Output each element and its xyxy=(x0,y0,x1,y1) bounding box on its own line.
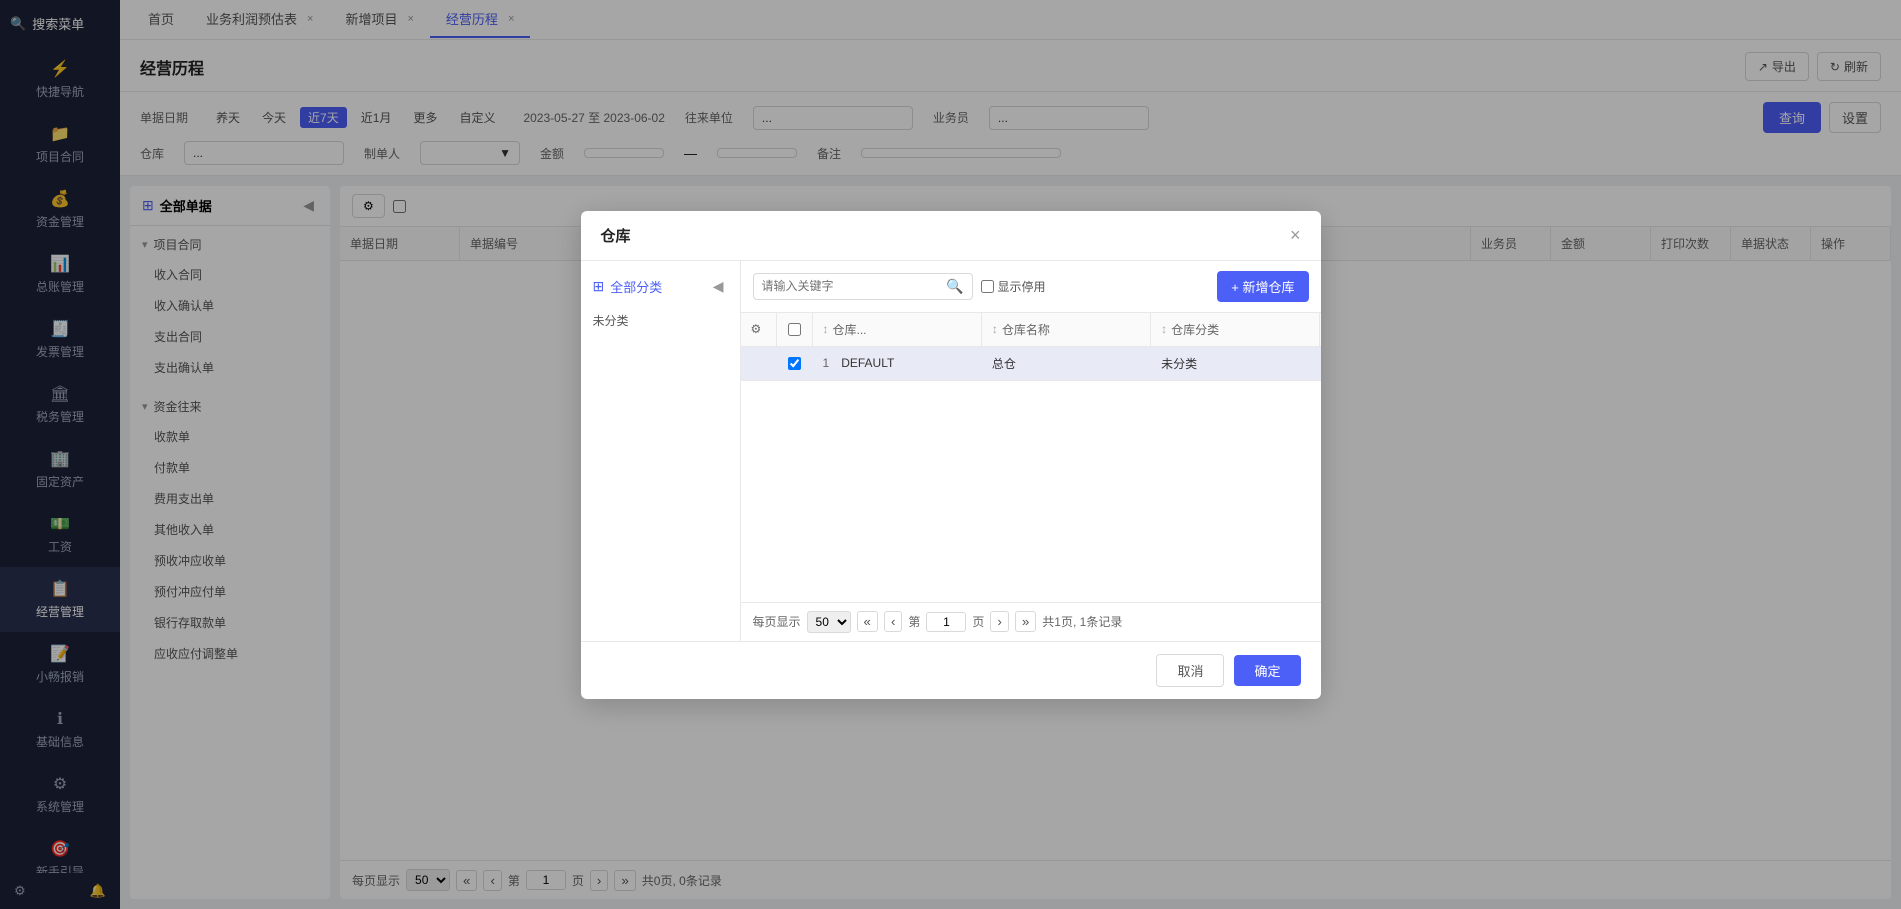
all-categories-header[interactable]: ⊞ 全部分类 ◀ xyxy=(581,269,740,304)
modal-select-all[interactable] xyxy=(788,323,801,336)
modal-th-settings[interactable]: ⚙ xyxy=(741,313,777,346)
modal-footer: 取消 确定 xyxy=(581,641,1321,699)
modal-prev-page-btn[interactable]: ‹ xyxy=(884,611,902,632)
row-name: 总仓 xyxy=(992,355,1016,372)
modal-search-icon: 🔍 xyxy=(946,278,963,295)
sort-icon-name: ↕ xyxy=(992,322,998,336)
row-category: 未分类 xyxy=(1161,355,1197,372)
modal-per-page-select[interactable]: 50 xyxy=(807,611,851,633)
th-category-label: 仓库分类 xyxy=(1171,321,1219,338)
row-no: 1 xyxy=(823,356,830,370)
modal-table-row[interactable]: 1 DEFAULT 总仓 未分类 xyxy=(741,347,1321,381)
uncategorized-label: 未分类 xyxy=(593,314,629,328)
modal-total-info: 共1页, 1条记录 xyxy=(1042,613,1122,630)
modal-main: 🔍 显示停用 + 新增仓库 ⚙ ↕ xyxy=(741,261,1321,641)
modal-th-category: ↕ 仓库分类 xyxy=(1151,313,1320,346)
modal-search-input[interactable] xyxy=(762,279,947,293)
show-disabled-checkbox-label[interactable]: 显示停用 xyxy=(981,278,1046,295)
sidebar-collapse-btn[interactable]: ◀ xyxy=(709,278,728,295)
modal-cancel-button[interactable]: 取消 xyxy=(1156,654,1224,687)
add-warehouse-button[interactable]: + 新增仓库 xyxy=(1217,271,1308,302)
modal-next-page-btn[interactable]: › xyxy=(990,611,1008,632)
show-disabled-checkbox[interactable] xyxy=(981,280,994,293)
modal-per-page-label: 每页显示 xyxy=(753,613,801,630)
modal-categories-sidebar: ⊞ 全部分类 ◀ 未分类 xyxy=(581,261,741,641)
row-code: DEFAULT xyxy=(841,356,894,370)
modal-td-name: 总仓 xyxy=(982,347,1151,380)
modal-td-code: 1 DEFAULT xyxy=(813,348,982,378)
modal-row-checkbox[interactable] xyxy=(788,357,801,370)
modal-close-button[interactable]: × xyxy=(1290,225,1301,246)
modal-toolbar: 🔍 显示停用 + 新增仓库 xyxy=(741,261,1321,313)
modal-td-check[interactable] xyxy=(777,349,813,378)
warehouse-modal: 仓库 × ⊞ 全部分类 ◀ 未分类 🔍 显示停用 xyxy=(581,211,1321,699)
th-name-label: 仓库名称 xyxy=(1002,321,1050,338)
modal-first-page-btn[interactable]: « xyxy=(857,611,878,632)
modal-header: 仓库 × xyxy=(581,211,1321,261)
modal-title: 仓库 xyxy=(601,225,631,246)
all-categories-label: 全部分类 xyxy=(610,277,662,296)
modal-current-page-input[interactable] xyxy=(926,612,966,632)
modal-table: ⚙ ↕ 仓库... ↕ 仓库名称 ↕ 仓库分类 xyxy=(741,313,1321,602)
grid-cat-icon: ⊞ xyxy=(593,278,605,295)
modal-page-label: 第 xyxy=(908,613,920,630)
modal-th-code: ↕ 仓库... xyxy=(813,313,982,346)
modal-search-box: 🔍 xyxy=(753,273,973,300)
sort-icon-code: ↕ xyxy=(823,322,829,336)
modal-th-checkbox[interactable] xyxy=(777,313,813,346)
modal-confirm-button[interactable]: 确定 xyxy=(1234,655,1300,686)
modal-body: ⊞ 全部分类 ◀ 未分类 🔍 显示停用 + 新增仓库 xyxy=(581,261,1321,641)
modal-th-name: ↕ 仓库名称 xyxy=(982,313,1151,346)
th-code-label: 仓库... xyxy=(833,321,867,338)
modal-last-page-btn[interactable]: » xyxy=(1015,611,1036,632)
add-warehouse-label: + 新增仓库 xyxy=(1231,277,1294,296)
modal-td-category: 未分类 xyxy=(1151,347,1320,380)
category-uncategorized[interactable]: 未分类 xyxy=(581,304,740,337)
modal-table-header: ⚙ ↕ 仓库... ↕ 仓库名称 ↕ 仓库分类 xyxy=(741,313,1321,347)
modal-page-suffix: 页 xyxy=(972,613,984,630)
show-disabled-label: 显示停用 xyxy=(998,278,1046,295)
modal-pagination: 每页显示 50 « ‹ 第 页 › » 共1页, 1条记录 xyxy=(741,602,1321,641)
sort-icon-cat: ↕ xyxy=(1161,322,1167,336)
modal-td-settings xyxy=(741,355,777,371)
